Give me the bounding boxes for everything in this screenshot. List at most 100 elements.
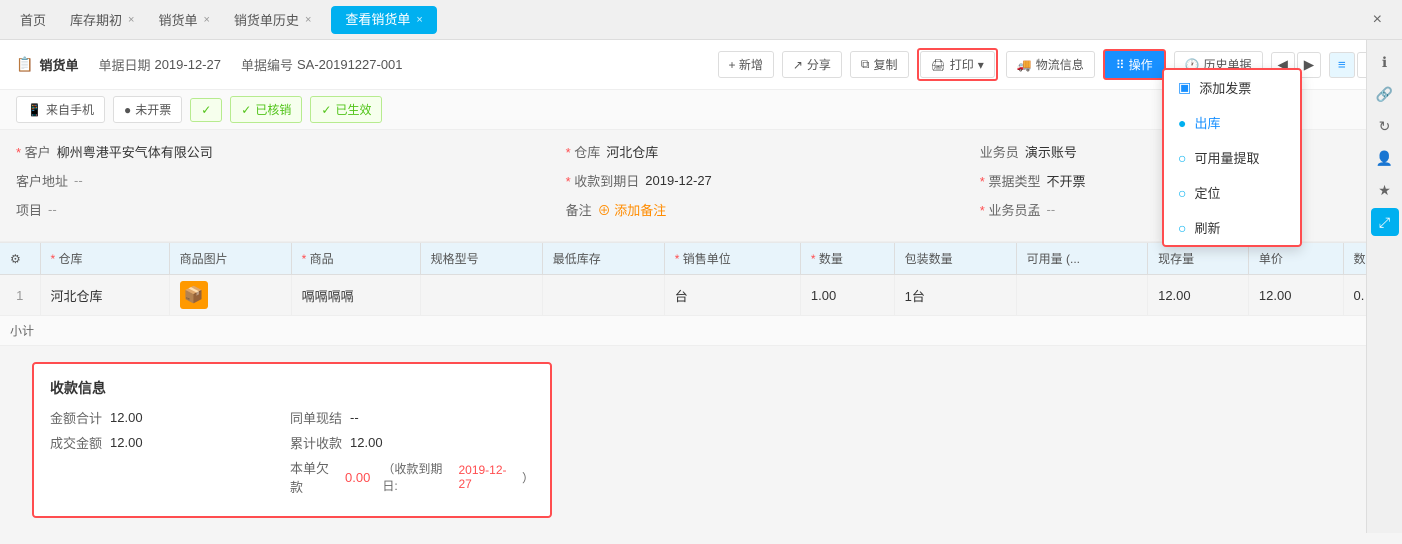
tab-sale-label: 销货单 bbox=[158, 10, 197, 29]
warehouse-field: 仓库 河北仓库 bbox=[566, 142, 972, 161]
sidebar-expand-button[interactable]: ⤢ bbox=[1371, 208, 1399, 236]
dropdown-available-qty[interactable]: ○ 可用量提取 bbox=[1164, 140, 1300, 175]
tab-sale-history[interactable]: 销货单历史 × bbox=[222, 0, 323, 39]
salesperson-label: 业务员孟 bbox=[980, 200, 1041, 219]
row-unit-price: 12.00 bbox=[1248, 275, 1343, 316]
doc-date-field: 单据日期 2019-12-27 bbox=[98, 55, 221, 74]
add-remark-icon: ⊕ bbox=[598, 203, 611, 218]
check-effect-icon: ✓ bbox=[321, 103, 331, 117]
sidebar-star-button[interactable]: ★ bbox=[1371, 176, 1399, 204]
tab-view-sale[interactable]: 查看销货单 × bbox=[331, 6, 436, 34]
payment-date-field: 收款到期日 2019-12-27 bbox=[566, 171, 972, 190]
tab-view-sale-close[interactable]: × bbox=[416, 6, 422, 34]
ticket-type-label: 票据类型 bbox=[980, 171, 1041, 190]
tab-sale-close[interactable]: × bbox=[203, 14, 209, 26]
print-dropdown-arrow: ▾ bbox=[978, 58, 984, 72]
check-button[interactable]: ✓ bbox=[190, 98, 222, 122]
ticket-type-value: 不开票 bbox=[1046, 171, 1085, 190]
dropdown-add-invoice[interactable]: ▣ 添加发票 bbox=[1164, 70, 1300, 105]
tab-home[interactable]: 首页 bbox=[8, 0, 58, 39]
tab-view-sale-label: 查看销货单 bbox=[345, 6, 410, 34]
payment-deal-amount-field: 成交金额 12.00 bbox=[50, 433, 250, 452]
sold-button[interactable]: ✓ 已核销 bbox=[230, 96, 302, 123]
dropdown-out-warehouse[interactable]: ● 出库 bbox=[1164, 105, 1300, 140]
tab-inventory[interactable]: 库存期初 × bbox=[58, 0, 146, 39]
employee-value: 演示账号 bbox=[1025, 142, 1077, 161]
payment-row-1: 金额合计 12.00 同单现结 -- bbox=[50, 408, 534, 427]
logistics-button[interactable]: 🚚 物流信息 bbox=[1006, 51, 1095, 78]
expand-icon: ⤢ bbox=[1379, 214, 1390, 231]
print-highlight-box: 🖨 打印 ▾ bbox=[917, 48, 998, 81]
sidebar-rotate-button[interactable]: ↻ bbox=[1371, 112, 1399, 140]
copy-button[interactable]: ⧉ 复制 bbox=[850, 51, 909, 78]
payment-deal-amount-value: 12.00 bbox=[110, 435, 143, 450]
sidebar-link-button[interactable]: 🔗 bbox=[1371, 80, 1399, 108]
doc-date-label: 单据日期 bbox=[98, 55, 150, 74]
warehouse-label: 仓库 bbox=[566, 142, 601, 161]
print-icon: 🖨 bbox=[931, 58, 946, 72]
payment-due-date-value: 2019-12-27 bbox=[458, 463, 514, 491]
payment-due-date-note: （收款到期日: bbox=[382, 460, 450, 494]
doc-number-label: 单据编号 bbox=[241, 55, 293, 74]
payment-same-settlement-label: 同单现结 bbox=[290, 408, 342, 427]
doc-title: 销货单 bbox=[39, 55, 78, 74]
add-invoice-icon: ▣ bbox=[1178, 79, 1191, 96]
employee-label: 业务员 bbox=[980, 142, 1019, 161]
from-phone-button[interactable]: 📱 来自手机 bbox=[16, 96, 105, 123]
product-image-icon: 📦 bbox=[184, 285, 204, 305]
payment-total-amount-label: 金额合计 bbox=[50, 408, 102, 427]
sidebar-info-button[interactable]: ℹ bbox=[1371, 48, 1399, 76]
new-button[interactable]: + 新增 bbox=[718, 51, 774, 78]
actions-button[interactable]: ⠿ 操作 bbox=[1106, 52, 1163, 77]
available-qty-icon: ○ bbox=[1178, 150, 1186, 166]
tab-sale[interactable]: 销货单 × bbox=[146, 0, 221, 39]
share-icon: ↗ bbox=[793, 58, 803, 72]
share-button[interactable]: ↗ 分享 bbox=[782, 51, 842, 78]
tab-sale-history-close[interactable]: × bbox=[305, 14, 311, 26]
dropdown-refresh[interactable]: ○ 刷新 bbox=[1164, 210, 1300, 245]
address-label: 客户地址 bbox=[16, 171, 68, 190]
col-unit: 销售单位 bbox=[664, 243, 800, 275]
payment-section: 收款信息 金额合计 12.00 同单现结 -- 成交金额 12.00 累计收款 bbox=[32, 362, 552, 518]
refresh-label: 刷新 bbox=[1194, 218, 1220, 237]
row-num: 1 bbox=[0, 275, 40, 316]
doc-number-value: SA-20191227-001 bbox=[297, 57, 403, 72]
payment-cumulative-value: 12.00 bbox=[350, 435, 383, 450]
remark-label: 备注 bbox=[566, 200, 592, 219]
tab-inventory-close[interactable]: × bbox=[128, 14, 134, 26]
col-unit-price: 单价 bbox=[1248, 243, 1343, 275]
product-table: ⚙ 仓库 商品图片 商品 规格型号 最低库存 销售单位 数量 包装数量 可用量 … bbox=[0, 243, 1402, 346]
logistics-icon: 🚚 bbox=[1017, 58, 1032, 72]
not-open-icon: ● bbox=[124, 103, 131, 117]
remark-field: 备注 ⊕ 添加备注 bbox=[566, 200, 972, 219]
print-button[interactable]: 🖨 打印 ▾ bbox=[920, 51, 995, 78]
tab-home-label: 首页 bbox=[20, 10, 46, 29]
not-open-button[interactable]: ● 未开票 bbox=[113, 96, 182, 123]
col-pack-qty: 包装数量 bbox=[894, 243, 1016, 275]
col-warehouse: 仓库 bbox=[40, 243, 169, 275]
payment-date-label: 收款到期日 bbox=[566, 171, 640, 190]
row-spec bbox=[420, 275, 542, 316]
add-invoice-label: 添加发票 bbox=[1199, 78, 1251, 97]
payment-owed-value: 0.00 bbox=[345, 470, 370, 485]
dropdown-locate[interactable]: ○ 定位 bbox=[1164, 175, 1300, 210]
rotate-icon: ↻ bbox=[1379, 118, 1391, 135]
col-spec: 规格型号 bbox=[420, 243, 542, 275]
effect-button[interactable]: ✓ 已生效 bbox=[310, 96, 382, 123]
actions-dropdown-menu: ▣ 添加发票 ● 出库 ○ 可用量提取 ○ 定位 ○ 刷新 bbox=[1162, 68, 1302, 247]
address-value: -- bbox=[74, 173, 83, 188]
window-close-button[interactable]: × bbox=[1361, 11, 1394, 29]
sidebar-user-button[interactable]: 👤 bbox=[1371, 144, 1399, 172]
row-product: 嗝嗝嗝嗝 bbox=[291, 275, 420, 316]
row-image: 📦 bbox=[169, 275, 291, 316]
list-view-button[interactable]: ≡ bbox=[1329, 52, 1355, 78]
subtotal-row: 小计 bbox=[0, 316, 1402, 346]
check-sold-icon: ✓ bbox=[241, 103, 251, 117]
col-qty: 数量 bbox=[800, 243, 894, 275]
payment-deal-amount-label: 成交金额 bbox=[50, 433, 102, 452]
customer-field: 客户 柳州粤港平安气体有限公司 bbox=[16, 142, 558, 161]
payment-owed-field: 本单欠款 0.00 （收款到期日: 2019-12-27 ） bbox=[290, 458, 534, 496]
phone-icon: 📱 bbox=[27, 103, 42, 117]
out-warehouse-label: 出库 bbox=[1194, 113, 1220, 132]
add-remark-button[interactable]: ⊕ 添加备注 bbox=[598, 200, 667, 219]
